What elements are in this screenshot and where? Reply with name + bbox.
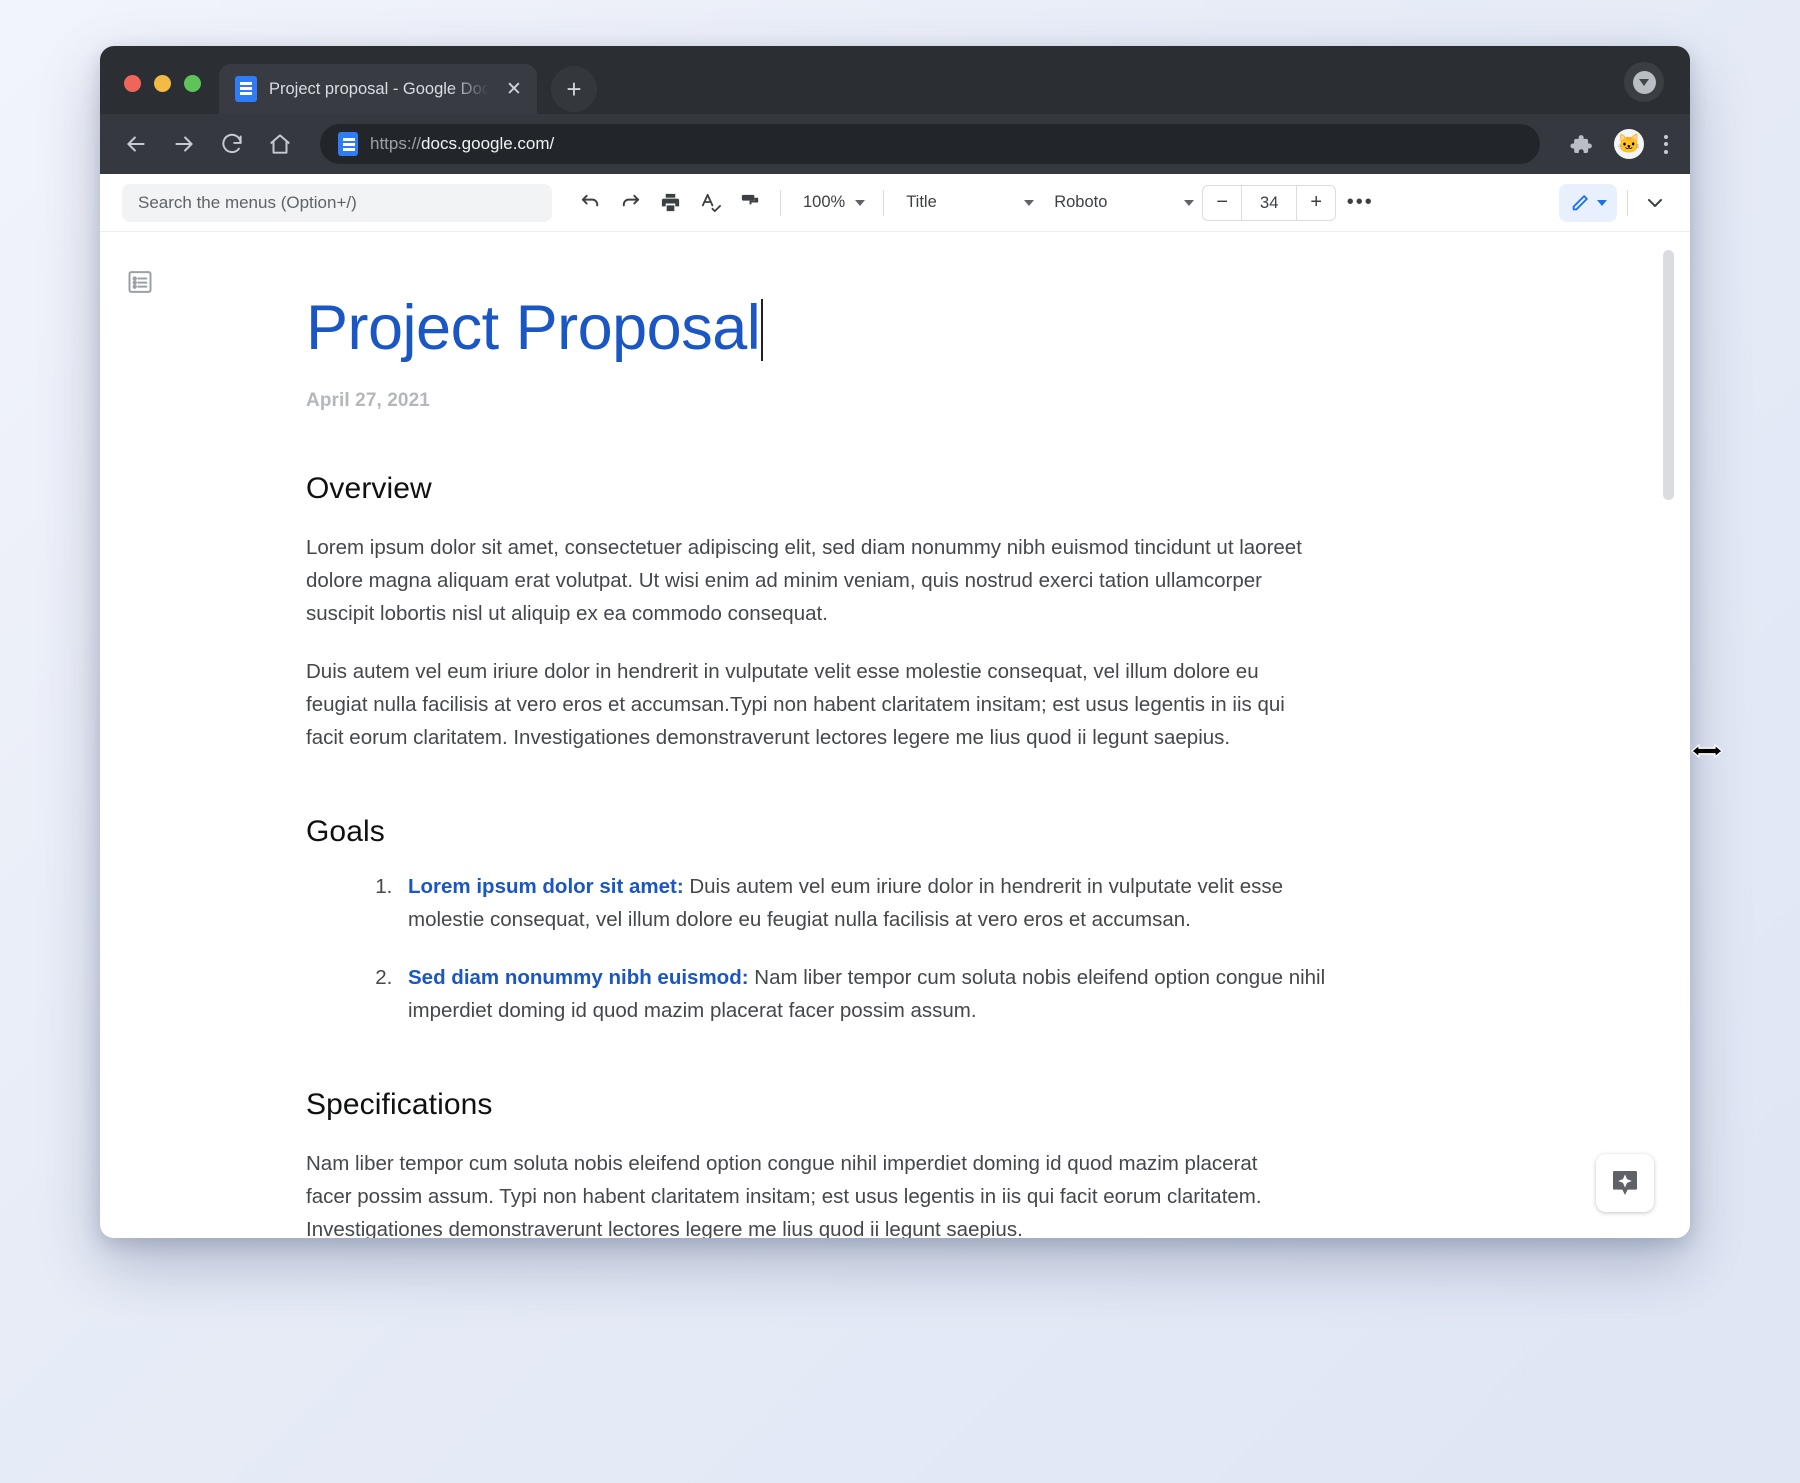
maximize-window-button[interactable] (184, 75, 201, 92)
kebab-menu-icon[interactable] (1664, 134, 1668, 154)
browser-tab-strip: Project proposal - Google Docs ✕ + (100, 46, 1690, 114)
toolbar-divider (883, 189, 885, 216)
avatar[interactable]: 🐱 (1614, 129, 1644, 159)
toolbar-divider (780, 189, 781, 216)
forward-icon[interactable] (170, 130, 198, 158)
page-title-text: Project Proposal (306, 293, 761, 363)
chevron-down-icon (1597, 199, 1607, 206)
close-tab-icon[interactable]: ✕ (503, 78, 525, 100)
section-heading-overview: Overview (306, 472, 432, 506)
text-cursor (761, 299, 764, 361)
url-host: docs.google.com/ (421, 134, 555, 153)
list-item: Sed diam nonummy nibh euismod: Nam liber… (398, 962, 1328, 1028)
toolbar-divider (1627, 189, 1628, 216)
paragraph-style-value: Title (906, 193, 937, 211)
font-size-decrease-button[interactable]: − (1203, 191, 1241, 214)
print-icon[interactable] (650, 184, 690, 222)
goals-list: Lorem ipsum dolor sit amet: Duis autem v… (306, 871, 1426, 1028)
hide-menus-chevron-down-icon[interactable] (1638, 186, 1672, 220)
home-icon[interactable] (266, 130, 294, 158)
paragraph: Duis autem vel eum iriure dolor in hendr… (306, 660, 1285, 750)
chevron-down-icon (1184, 199, 1195, 206)
back-icon[interactable] (122, 130, 150, 158)
window-traffic-lights (100, 75, 201, 114)
font-family-select[interactable]: Roboto (1042, 185, 1202, 221)
url-scheme: https:// (370, 134, 422, 153)
undo-icon[interactable] (570, 184, 610, 222)
document-canvas[interactable]: Project Proposal April 27, 2021 Overview… (100, 232, 1690, 1238)
chevron-down-icon (1632, 70, 1656, 94)
list-item-lead: Sed diam nonummy nibh euismod: (408, 966, 749, 990)
reload-icon[interactable] (218, 130, 246, 158)
puzzle-icon[interactable] (1566, 130, 1594, 158)
chevron-down-icon (855, 199, 866, 206)
google-docs-icon (235, 76, 257, 102)
font-family-value: Roboto (1054, 193, 1108, 211)
chevron-down-icon (1024, 199, 1035, 206)
explore-sparkle-icon[interactable] (1596, 1154, 1654, 1212)
address-bar[interactable]: https://docs.google.com/ (320, 124, 1540, 164)
zoom-value: 100% (803, 193, 846, 211)
pencil-icon (1572, 194, 1588, 210)
paragraph: Lorem ipsum dolor sit amet, consectetuer… (306, 536, 1302, 625)
list-item: Lorem ipsum dolor sit amet: Duis autem v… (398, 871, 1328, 937)
browser-window: Project proposal - Google Docs ✕ + https… (100, 46, 1690, 1238)
document-page[interactable]: Project Proposal April 27, 2021 Overview… (306, 232, 1426, 1238)
paint-format-icon[interactable] (730, 184, 770, 222)
close-window-button[interactable] (124, 75, 141, 92)
list-item-lead: Lorem ipsum dolor sit amet: (408, 874, 684, 898)
zoom-select[interactable]: 100% (791, 185, 873, 221)
docs-toolbar: Search the menus (Option+/) 100% Title R… (100, 174, 1690, 232)
minimize-window-button[interactable] (154, 75, 171, 92)
font-size-input[interactable]: 34 (1241, 185, 1298, 220)
spelling-check-icon[interactable] (690, 184, 730, 222)
paragraph-style-select[interactable]: Title (894, 185, 1042, 221)
browser-toolbar: https://docs.google.com/ 🐱 (100, 114, 1690, 174)
new-tab-button[interactable]: + (551, 66, 597, 112)
address-bar-text: https://docs.google.com/ (370, 134, 554, 154)
font-size-stepper[interactable]: − 34 + (1202, 184, 1337, 221)
site-google-docs-icon (338, 132, 358, 156)
section-heading-goals: Goals (306, 814, 385, 848)
font-size-increase-button[interactable]: + (1297, 191, 1335, 214)
browser-tab-title: Project proposal - Google Docs (269, 79, 491, 98)
more-options-button[interactable]: ••• (1336, 184, 1384, 222)
document-outline-icon[interactable] (126, 268, 154, 301)
search-input[interactable]: Search the menus (Option+/) (122, 183, 552, 222)
horizontal-resize-cursor (1690, 740, 1724, 762)
editing-mode-button[interactable] (1559, 183, 1617, 222)
document-date: April 27, 2021 (306, 390, 430, 412)
scrollbar-thumb[interactable] (1663, 250, 1674, 500)
tab-search-chevron-down-icon[interactable] (1624, 62, 1664, 102)
paragraph: Nam liber tempor cum soluta nobis eleife… (306, 1152, 1262, 1238)
scrollbar[interactable] (1663, 232, 1682, 1238)
page-title: Project Proposal (306, 293, 764, 363)
browser-tab[interactable]: Project proposal - Google Docs ✕ (219, 64, 537, 114)
redo-icon[interactable] (610, 184, 650, 222)
section-heading-specifications: Specifications (306, 1088, 493, 1121)
